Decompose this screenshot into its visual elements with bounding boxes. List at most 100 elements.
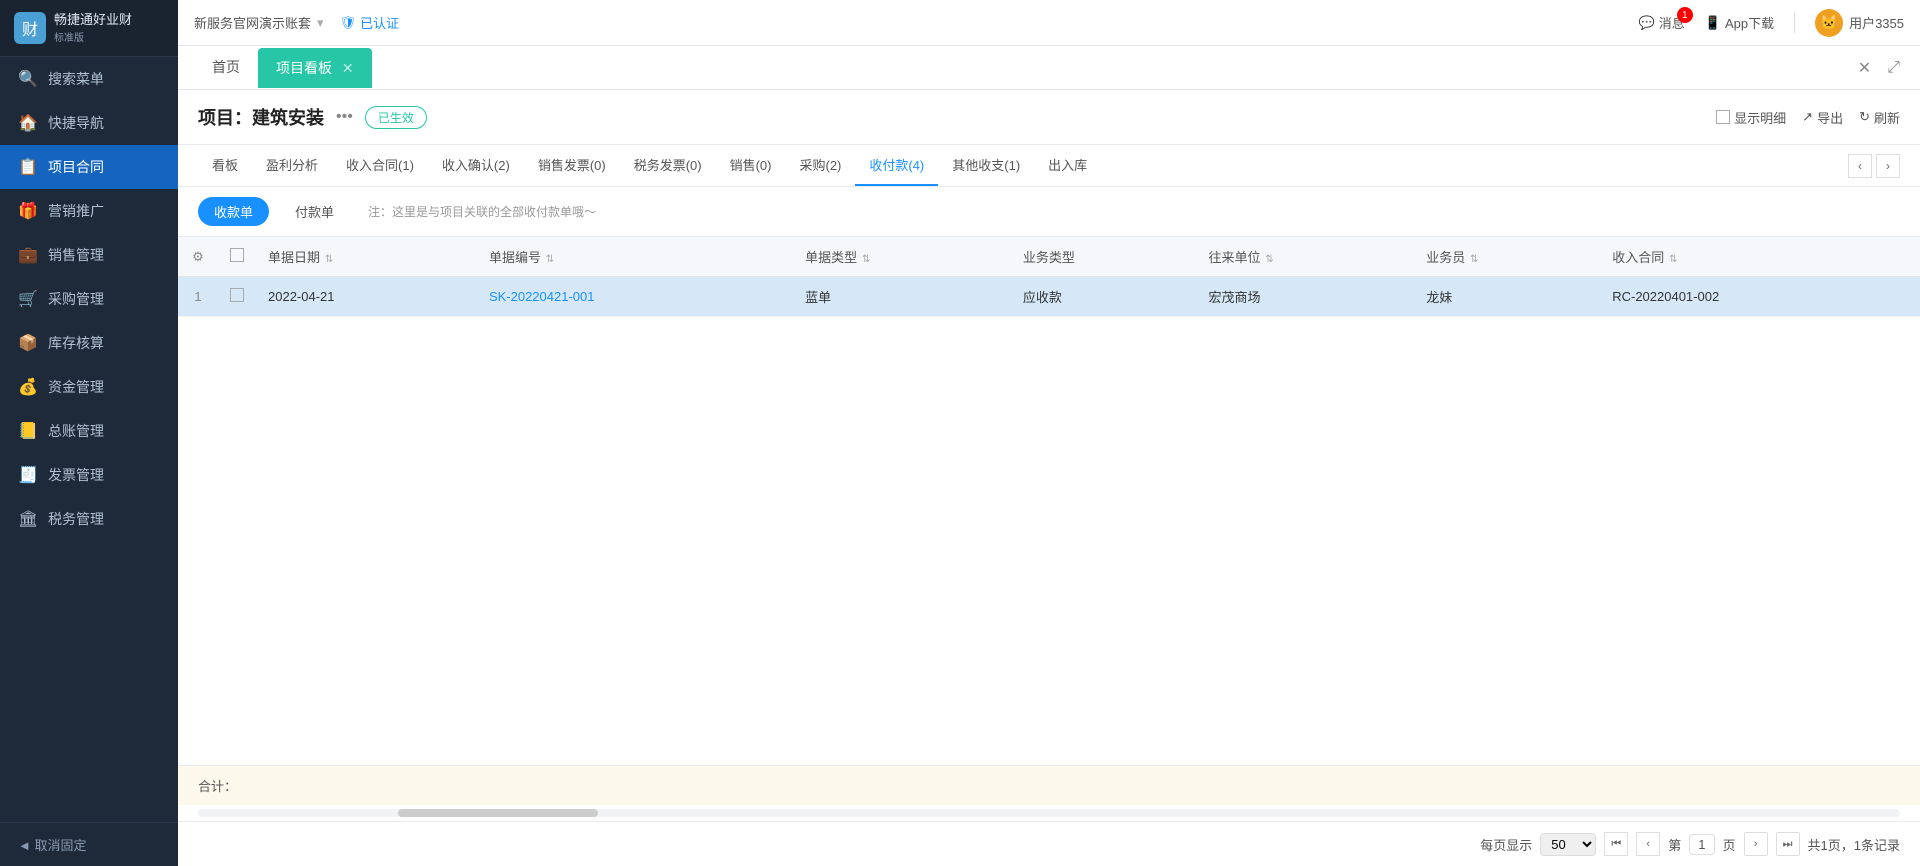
subtab-7[interactable]: 采购(2) [785,145,855,186]
subtab-1[interactable]: 盈利分析 [252,145,332,186]
sidebar-logo: 财 畅捷通好业财 标准版 [0,0,178,57]
topbar-cert-label: 已认证 [360,13,399,32]
col-header-biz_type: 业务类型 [1011,237,1197,277]
sidebar-item-7[interactable]: 💰资金管理 [0,365,178,409]
user-avatar: 🐱 [1815,9,1843,37]
sidebar-icon-10: 🏛 [18,509,38,529]
sidebar-label-10: 税务管理 [48,509,104,529]
project-title: 项目：建筑安装 [198,104,324,130]
table-row[interactable]: 12022-04-21SK-20220421-001蓝单应收款宏茂商场龙妹RC-… [178,277,1920,317]
first-page-button[interactable]: ⏮ [1604,832,1628,856]
col-header-checkbox[interactable] [218,237,256,277]
sidebar-label-2: 项目合同 [48,157,104,177]
inner-tab-1[interactable]: 付款单 [279,197,350,226]
sidebar-label-3: 营销推广 [48,201,104,221]
topbar-cert: 🛡 已认证 [340,13,400,32]
col-header-settings[interactable]: ⚙ [178,237,218,277]
sidebar-icon-0: 🔍 [18,69,38,89]
inner-tab-0[interactable]: 收款单 [198,197,269,226]
show-detail-checkbox[interactable] [1716,110,1730,124]
topbar-app-download[interactable]: 📱 App下载 [1705,13,1774,32]
tab-home[interactable]: 首页 [194,47,258,89]
sidebar-scroll: 🔍搜索菜单🏠快捷导航📋项目合同🎁营销推广💼销售管理 🛒 采购管理 📦库存核算💰资金管理… [0,57,178,822]
subtab-prev-icon[interactable]: ‹ [1848,154,1872,178]
page-size-select[interactable]: 50 100 200 [1540,833,1596,856]
scrollbar-thumb[interactable] [398,809,598,817]
sidebar-item-6[interactable]: 📦库存核算 [0,321,178,365]
horizontal-scrollbar[interactable] [198,809,1900,817]
tab-expand-button[interactable]: ⤢ [1883,54,1904,82]
refresh-label: 刷新 [1874,108,1900,127]
sidebar-icon-5: 🛒 [18,289,38,309]
next-page-button[interactable]: › [1744,832,1768,856]
sidebar: 财 畅捷通好业财 标准版 🔍搜索菜单🏠快捷导航📋项目合同🎁营销推广💼销售管理 🛒 采… [0,0,178,866]
sidebar-item-10[interactable]: 🏛 税务管理 [0,497,178,541]
refresh-action[interactable]: ↻ 刷新 [1859,108,1900,127]
subtab-3[interactable]: 收入确认(2) [428,145,524,186]
tab-close-button[interactable]: ✕ [1854,54,1875,82]
tab-project-board[interactable]: 项目看板 ✕ [258,48,372,88]
show-detail-label: 显示明细 [1734,108,1786,127]
sidebar-footer[interactable]: ◄ 取消固定 [0,822,178,866]
table-body: 12022-04-21SK-20220421-001蓝单应收款宏茂商场龙妹RC-… [178,277,1920,317]
table-header-row: ⚙单据日期 ⇅单据编号 ⇅单据类型 ⇅业务类型往来单位 ⇅业务员 ⇅收入合同 ⇅ [178,237,1920,277]
project-more-icon[interactable]: ••• [336,108,353,126]
sidebar-item-4[interactable]: 💼销售管理 [0,233,178,277]
sidebar-icon-8: 📒 [18,421,38,441]
subtab-0[interactable]: 看板 [198,145,252,186]
message-icon: 💬 [1639,15,1655,31]
sidebar-item-5[interactable]: 🛒 采购管理 [0,277,178,321]
export-label: 导出 [1817,108,1843,127]
sidebar-item-1[interactable]: 🏠快捷导航 [0,101,178,145]
tab-close-icon[interactable]: ✕ [342,60,354,76]
scrollbar-row [178,805,1920,821]
topbar-project[interactable]: 新服务官网演示账套 ▾ [194,13,324,32]
sidebar-item-0[interactable]: 🔍搜索菜单 [0,57,178,101]
sidebar-item-2[interactable]: 📋项目合同 [0,145,178,189]
col-header-contract: 收入合同 ⇅ [1600,237,1920,277]
subtab-6[interactable]: 销售(0) [716,145,786,186]
topbar-project-name: 新服务官网演示账套 [194,13,311,32]
sidebar-label-5: 采购管理 [48,289,104,309]
header-checkbox[interactable] [230,248,244,262]
topbar-divider [1794,13,1795,33]
row-checkbox[interactable] [230,288,244,302]
export-icon: ↗ [1802,109,1813,125]
subtab-5[interactable]: 税务发票(0) [620,145,716,186]
col-header-date: 单据日期 ⇅ [256,237,477,277]
data-table: ⚙单据日期 ⇅单据编号 ⇅单据类型 ⇅业务类型往来单位 ⇅业务员 ⇅收入合同 ⇅… [178,237,1920,317]
subtab-next-icon[interactable]: › [1876,154,1900,178]
sidebar-item-8[interactable]: 📒总账管理 [0,409,178,453]
prev-page-button[interactable]: ‹ [1636,832,1660,856]
sidebar-icon-6: 📦 [18,333,38,353]
topbar-user[interactable]: 🐱 用户3355 [1815,9,1904,37]
row-contract: RC-20220401-002 [1600,277,1920,317]
col-header-code: 单据编号 ⇅ [477,237,793,277]
inner-tab-note: 注：这里是与项目关联的全部收付款单哦～ [368,203,596,220]
subtab-9[interactable]: 其他收支(1) [938,145,1034,186]
cert-shield-icon: 🛡 [340,15,357,31]
table-area: ⚙单据日期 ⇅单据编号 ⇅单据类型 ⇅业务类型往来单位 ⇅业务员 ⇅收入合同 ⇅… [178,237,1920,765]
row-biz-type: 应收款 [1011,277,1197,317]
pagination: 每页显示 50 100 200 ⏮ ‹ 第 1 页 › ⏭ 共1页，1条记录 [178,821,1920,866]
subtab-4[interactable]: 销售发票(0) [524,145,620,186]
inner-tabs: 收款单付款单 注：这里是与项目关联的全部收付款单哦～ [178,187,1920,237]
export-action[interactable]: ↗ 导出 [1802,108,1843,127]
sidebar-item-9[interactable]: 🧾发票管理 [0,453,178,497]
sidebar-icon-9: 🧾 [18,465,38,485]
subtab-10[interactable]: 出入库 [1034,145,1101,186]
project-status-badge: 已生效 [365,106,427,129]
topbar-user-label: 用户3355 [1849,13,1904,32]
table-header: ⚙单据日期 ⇅单据编号 ⇅单据类型 ⇅业务类型往来单位 ⇅业务员 ⇅收入合同 ⇅ [178,237,1920,277]
main-area: 新服务官网演示账套 ▾ 🛡 已认证 💬 消息 1 📱 App下载 🐱 用户335… [178,0,1920,866]
row-code[interactable]: SK-20220421-001 [477,277,793,317]
topbar-message[interactable]: 💬 消息 1 [1639,13,1685,32]
topbar: 新服务官网演示账套 ▾ 🛡 已认证 💬 消息 1 📱 App下载 🐱 用户335… [178,0,1920,46]
subtab-2[interactable]: 收入合同(1) [332,145,428,186]
sidebar-icon-1: 🏠 [18,113,38,133]
last-page-button[interactable]: ⏭ [1776,832,1800,856]
page-size-prefix: 每页显示 [1480,835,1532,854]
subtab-8[interactable]: 收付款(4) [855,145,938,186]
show-detail-action[interactable]: 显示明细 [1716,108,1786,127]
sidebar-item-3[interactable]: 🎁营销推广 [0,189,178,233]
